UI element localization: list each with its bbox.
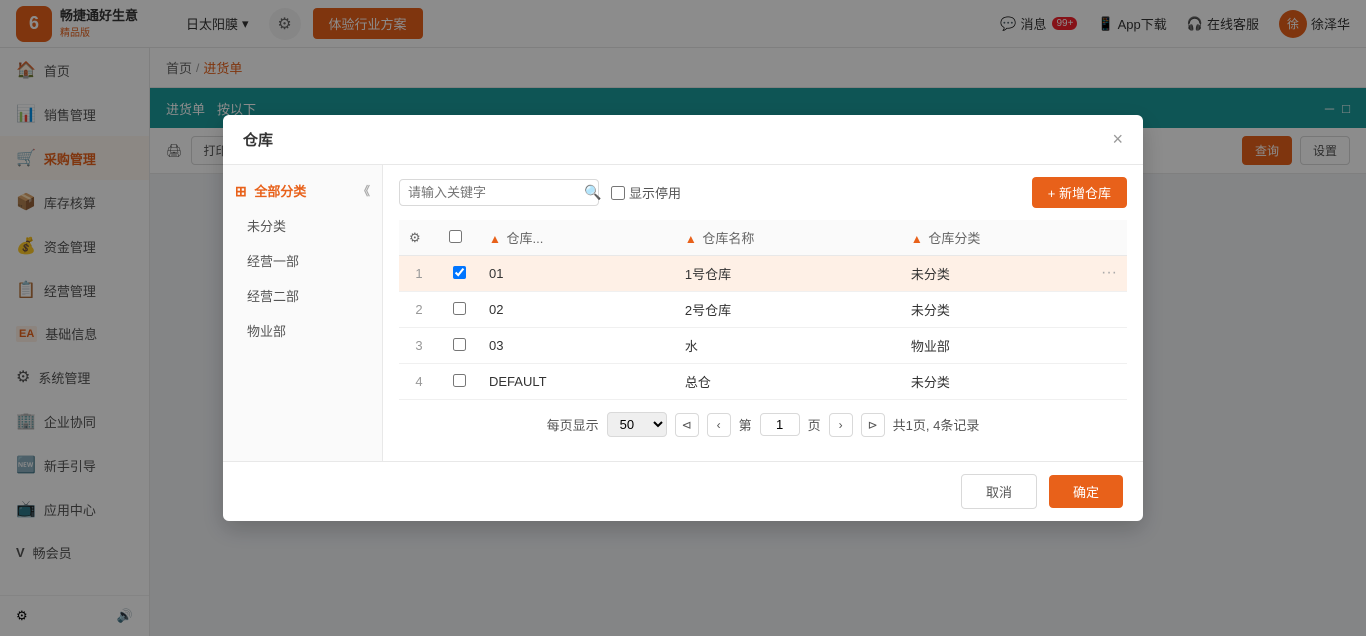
- table-row[interactable]: 1 01 1号仓库 未分类 ···: [399, 256, 1127, 292]
- row-check[interactable]: [439, 292, 479, 328]
- row-checkbox[interactable]: [453, 302, 466, 315]
- per-page-label: 每页显示: [547, 415, 599, 434]
- table-header: ⚙ ▲ 仓库... ▲ 仓库名称 ▲: [399, 220, 1127, 256]
- grid-icon: ⊞: [235, 183, 247, 199]
- sort-icon3: ▲: [911, 232, 923, 246]
- row-name: 1号仓库: [675, 256, 901, 292]
- th-name: ▲ 仓库名称: [675, 220, 901, 256]
- add-warehouse-button[interactable]: + 新增仓库: [1032, 177, 1127, 208]
- warehouse-table: ⚙ ▲ 仓库... ▲ 仓库名称 ▲: [399, 220, 1127, 400]
- show-disabled-text: 显示停用: [629, 183, 681, 202]
- th-check: [439, 220, 479, 256]
- category-item-0[interactable]: 未分类: [223, 208, 382, 243]
- page-label: 第: [739, 415, 752, 434]
- row-category: 未分类: [901, 364, 1127, 400]
- modal-footer: 取消 确定: [223, 461, 1143, 521]
- collapse-icon[interactable]: 《: [358, 182, 370, 199]
- search-box[interactable]: 🔍: [399, 179, 599, 206]
- category-header-label: 全部分类: [254, 184, 306, 199]
- category-item-1[interactable]: 经营一部: [223, 243, 382, 278]
- first-page-btn[interactable]: ⊲: [675, 413, 699, 437]
- row-code: 01: [479, 256, 675, 292]
- page-suffix: 页: [808, 415, 821, 434]
- select-all-checkbox[interactable]: [449, 230, 462, 243]
- row-name: 水: [675, 328, 901, 364]
- row-code: DEFAULT: [479, 364, 675, 400]
- row-actions-icon[interactable]: ···: [1101, 264, 1117, 282]
- sort-icon2: ▲: [685, 232, 697, 246]
- row-num: 2: [399, 292, 439, 328]
- modal-title: 仓库: [243, 129, 273, 150]
- row-check[interactable]: [439, 328, 479, 364]
- table-row[interactable]: 2 02 2号仓库 未分类: [399, 292, 1127, 328]
- confirm-button[interactable]: 确定: [1049, 475, 1123, 508]
- row-code: 02: [479, 292, 675, 328]
- row-check[interactable]: [439, 364, 479, 400]
- category-header[interactable]: ⊞ 全部分类 《: [223, 173, 382, 208]
- modal-header: 仓库 ×: [223, 115, 1143, 165]
- pagination: 每页显示 50 20 100 ⊲ ‹ 第 页 › ⊳ 共1页, 4条记录: [399, 400, 1127, 449]
- modal-body: ⊞ 全部分类 《 未分类 经营一部 经营二部 物业部 🔍 显示停用: [223, 165, 1143, 461]
- table-row[interactable]: 4 DEFAULT 总仓 未分类: [399, 364, 1127, 400]
- row-name: 2号仓库: [675, 292, 901, 328]
- search-icon[interactable]: 🔍: [584, 184, 601, 201]
- row-num: 4: [399, 364, 439, 400]
- show-disabled-label[interactable]: 显示停用: [611, 183, 681, 202]
- row-name: 总仓: [675, 364, 901, 400]
- modal-close-button[interactable]: ×: [1112, 129, 1123, 150]
- row-num: 3: [399, 328, 439, 364]
- cancel-button[interactable]: 取消: [961, 474, 1037, 509]
- table-toolbar: 🔍 显示停用 + 新增仓库: [399, 177, 1127, 208]
- table-row[interactable]: 3 03 水 物业部: [399, 328, 1127, 364]
- last-page-btn[interactable]: ⊳: [861, 413, 885, 437]
- next-page-btn[interactable]: ›: [829, 413, 853, 437]
- table-body: 1 01 1号仓库 未分类 ··· 2 02 2号仓库 未分类 3: [399, 256, 1127, 400]
- total-info: 共1页, 4条记录: [893, 415, 980, 434]
- row-category: 未分类: [901, 292, 1127, 328]
- table-area: 🔍 显示停用 + 新增仓库 ⚙ ▲: [383, 165, 1143, 461]
- row-checkbox[interactable]: [453, 374, 466, 387]
- row-num: 1: [399, 256, 439, 292]
- row-category: 物业部: [901, 328, 1127, 364]
- row-checkbox[interactable]: [453, 266, 466, 279]
- sort-icon: ▲: [489, 232, 501, 246]
- row-category: 未分类 ···: [901, 256, 1127, 292]
- category-item-2[interactable]: 经营二部: [223, 278, 382, 313]
- row-code: 03: [479, 328, 675, 364]
- search-input[interactable]: [408, 185, 584, 200]
- category-item-3[interactable]: 物业部: [223, 313, 382, 348]
- category-sidebar: ⊞ 全部分类 《 未分类 经营一部 经营二部 物业部: [223, 165, 383, 461]
- row-checkbox[interactable]: [453, 338, 466, 351]
- th-category: ▲ 仓库分类: [901, 220, 1127, 256]
- per-page-select[interactable]: 50 20 100: [607, 412, 667, 437]
- warehouse-modal: 仓库 × ⊞ 全部分类 《 未分类 经营一部 经营二部 物业部 🔍: [223, 115, 1143, 521]
- row-check[interactable]: [439, 256, 479, 292]
- th-code: ▲ 仓库...: [479, 220, 675, 256]
- show-disabled-checkbox[interactable]: [611, 186, 625, 200]
- th-gear: ⚙: [399, 220, 439, 256]
- prev-page-btn[interactable]: ‹: [707, 413, 731, 437]
- page-input[interactable]: [760, 413, 800, 436]
